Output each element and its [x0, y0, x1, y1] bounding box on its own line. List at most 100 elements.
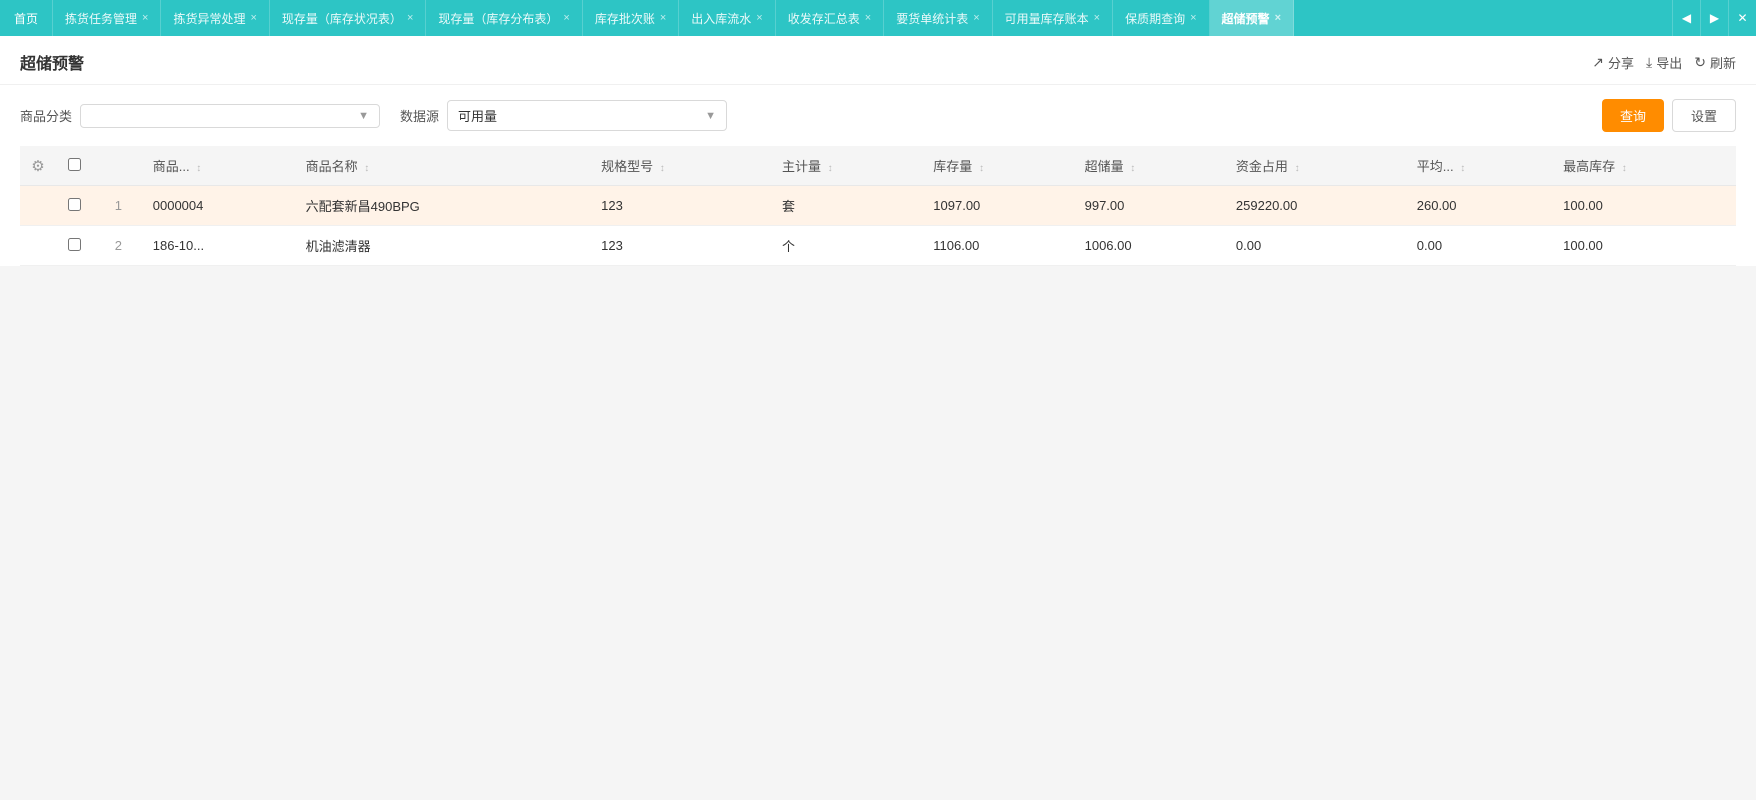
nav-tab-tab6[interactable]: 出入库流水 × [679, 0, 775, 36]
sort-max-stock-icon: ↕ [1622, 163, 1627, 174]
product-category-arrow: ▼ [358, 110, 369, 122]
nav-tab-tab3[interactable]: 现存量（库存状况表） × [270, 0, 426, 36]
row-checkbox-cell-0 [56, 186, 92, 226]
col-capital-use-header[interactable]: 资金占用 ↕ [1228, 146, 1409, 186]
row-checkbox-0[interactable] [68, 198, 81, 211]
row-avg-0: 260.00 [1409, 186, 1555, 226]
col-max-stock-header[interactable]: 最高库存 ↕ [1555, 146, 1736, 186]
export-button[interactable]: ⤓ 导出 [1646, 53, 1682, 72]
tab-close-tab6[interactable]: × [756, 12, 762, 24]
refresh-button[interactable]: ↻ 刷新 [1694, 53, 1736, 72]
row-product-name-1: 机油滤清器 [298, 226, 594, 266]
data-source-arrow: ▼ [705, 110, 716, 122]
row-unit-0: 套 [774, 186, 925, 226]
page-title: 超储预警 [20, 50, 84, 74]
tab-close-tab2[interactable]: × [250, 12, 256, 24]
refresh-icon: ↻ [1694, 54, 1706, 71]
nav-tab-tab7[interactable]: 收发存汇总表 × [776, 0, 884, 36]
sort-unit-icon: ↕ [828, 163, 833, 174]
data-source-label: 数据源 [400, 106, 439, 125]
row-stock-qty-1: 1106.00 [925, 226, 1076, 266]
row-unit-1: 个 [774, 226, 925, 266]
tab-close-tab4[interactable]: × [563, 12, 569, 24]
query-button[interactable]: 查询 [1602, 99, 1664, 132]
nav-home[interactable]: 首页 [0, 0, 53, 36]
refresh-label: 刷新 [1710, 53, 1736, 72]
row-num-0: 1 [92, 186, 145, 226]
row-product-name-0: 六配套新昌490BPG [298, 186, 594, 226]
share-icon: ↗ [1592, 54, 1604, 71]
col-avg-header[interactable]: 平均... ↕ [1409, 146, 1555, 186]
col-product-name-header[interactable]: 商品名称 ↕ [298, 146, 594, 186]
data-source-value: 可用量 [458, 106, 497, 125]
settings-button[interactable]: 设置 [1672, 99, 1736, 132]
tab-close-tab3[interactable]: × [407, 12, 413, 24]
nav-next-arrow[interactable]: ▶ [1700, 0, 1728, 36]
filter-actions: 查询 设置 [1602, 99, 1736, 132]
nav-arrows: ◀ ▶ ✕ [1672, 0, 1756, 36]
data-source-select[interactable]: 可用量 ▼ [447, 100, 727, 131]
row-checkbox-1[interactable] [68, 238, 81, 251]
share-button[interactable]: ↗ 分享 [1592, 53, 1634, 72]
gear-settings-icon[interactable]: ⚙ [31, 158, 44, 175]
row-max-stock-0: 100.00 [1555, 186, 1736, 226]
tab-close-tab1[interactable]: × [142, 12, 148, 24]
select-all-checkbox[interactable] [68, 158, 81, 171]
row-product-code-0: 0000004 [145, 186, 298, 226]
nav-tab-tab1[interactable]: 拣货任务管理 × [53, 0, 161, 36]
nav-tab-tab5[interactable]: 库存批次账× [583, 0, 679, 36]
tab-label: 现存量（库存状况表） [282, 10, 402, 27]
nav-tab-tab11[interactable]: 超储预警 × [1210, 0, 1294, 36]
top-nav-bar: 首页 拣货任务管理×拣货异常处理×现存量（库存状况表）×现存量（库存分布表）×库… [0, 0, 1756, 36]
tab-label: 现存量（库存分布表） [438, 10, 558, 27]
tab-label: 出入库流水 [691, 10, 751, 27]
table-row: 2 186-10... 机油滤清器 123 个 1106.00 1006.00 … [20, 226, 1736, 266]
tab-close-tab10[interactable]: × [1190, 12, 1196, 24]
share-label: 分享 [1608, 53, 1634, 72]
export-icon: ⤓ [1646, 54, 1652, 71]
sort-avg-icon: ↕ [1460, 163, 1465, 174]
product-category-select[interactable]: ▼ [80, 104, 380, 128]
col-over-qty-header[interactable]: 超储量 ↕ [1077, 146, 1228, 186]
row-num-1: 2 [92, 226, 145, 266]
tab-label: 拣货任务管理 [65, 10, 137, 27]
col-product-code-header[interactable]: 商品... ↕ [145, 146, 298, 186]
nav-tab-tab9[interactable]: 可用量库存账本× [993, 0, 1113, 36]
tab-label: 收发存汇总表 [788, 10, 860, 27]
data-source-filter: 数据源 可用量 ▼ [400, 100, 727, 131]
product-category-label: 商品分类 [20, 106, 72, 125]
nav-tab-tab8[interactable]: 要货单统计表× [884, 0, 992, 36]
row-spec-1: 123 [593, 226, 774, 266]
row-capital-use-1: 0.00 [1228, 226, 1409, 266]
nav-close-arrow[interactable]: ✕ [1728, 0, 1756, 36]
nav-tab-tab10[interactable]: 保质期查询 × [1113, 0, 1209, 36]
table-header-row: ⚙ 商品... ↕ 商品名称 ↕ 规格型号 [20, 146, 1736, 186]
tab-close-tab5[interactable]: × [660, 12, 666, 24]
tab-label: 保质期查询 [1125, 10, 1185, 27]
col-row-num-header [92, 146, 145, 186]
nav-prev-arrow[interactable]: ◀ [1672, 0, 1700, 36]
tab-close-tab7[interactable]: × [865, 12, 871, 24]
sort-stock-qty-icon: ↕ [979, 163, 984, 174]
nav-tab-tab4[interactable]: 现存量（库存分布表） × [426, 0, 582, 36]
col-stock-qty-header[interactable]: 库存量 ↕ [925, 146, 1076, 186]
tab-close-tab9[interactable]: × [1094, 12, 1100, 24]
tab-close-tab11[interactable]: × [1275, 12, 1281, 24]
col-gear: ⚙ [20, 146, 56, 186]
col-spec-header[interactable]: 规格型号 ↕ [593, 146, 774, 186]
row-max-stock-1: 100.00 [1555, 226, 1736, 266]
sort-spec-icon: ↕ [660, 163, 665, 174]
row-gear-1 [20, 226, 56, 266]
header-actions: ↗ 分享 ⤓ 导出 ↻ 刷新 [1592, 53, 1736, 72]
col-unit-header[interactable]: 主计量 ↕ [774, 146, 925, 186]
sort-product-name-icon: ↕ [364, 163, 369, 174]
col-checkbox-header [56, 146, 92, 186]
nav-tab-tab2[interactable]: 拣货异常处理× [161, 0, 269, 36]
main-table: ⚙ 商品... ↕ 商品名称 ↕ 规格型号 [20, 146, 1736, 266]
row-checkbox-cell-1 [56, 226, 92, 266]
page-header: 超储预警 ↗ 分享 ⤓ 导出 ↻ 刷新 [0, 36, 1756, 85]
sort-capital-use-icon: ↕ [1295, 163, 1300, 174]
tab-close-tab8[interactable]: × [973, 12, 979, 24]
sort-product-code-icon: ↕ [196, 163, 201, 174]
tab-label: 超储预警 [1222, 10, 1270, 27]
